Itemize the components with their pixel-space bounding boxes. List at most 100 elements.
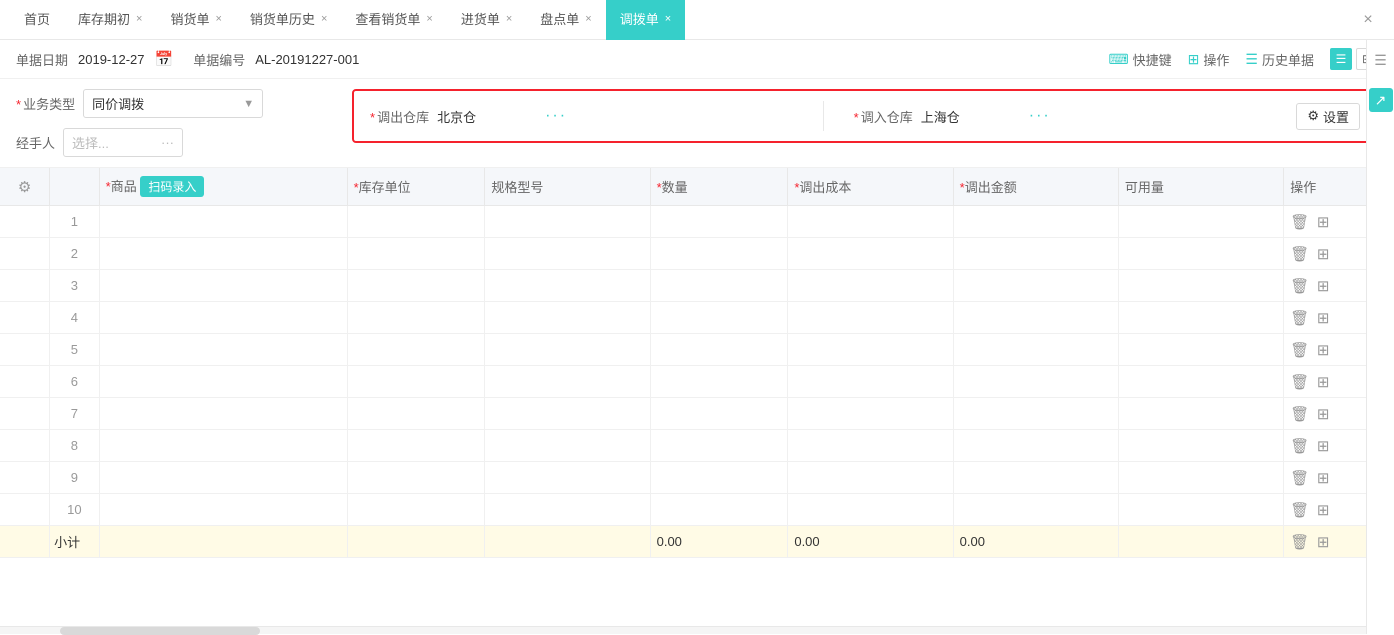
row-amount[interactable] (953, 270, 1118, 302)
copy-icon[interactable]: ⊞ (1317, 309, 1330, 327)
row-cost[interactable] (788, 238, 953, 270)
row-qty[interactable] (650, 302, 788, 334)
delete-icon[interactable]: 🗑 (1290, 213, 1309, 231)
row-product[interactable] (99, 398, 347, 430)
row-product[interactable] (99, 302, 347, 334)
tab-home[interactable]: 首页 (10, 0, 64, 40)
row-spec[interactable] (485, 462, 650, 494)
row-spec[interactable] (485, 366, 650, 398)
row-product[interactable] (99, 334, 347, 366)
row-cost[interactable] (788, 206, 953, 238)
copy-icon[interactable]: ⊞ (1317, 245, 1330, 263)
delete-icon[interactable]: 🗑 (1290, 277, 1309, 295)
row-product[interactable] (99, 462, 347, 494)
side-list-button[interactable]: ☰ (1369, 48, 1393, 72)
table-gear-icon[interactable]: ⚙ (18, 179, 31, 196)
row-product[interactable] (99, 494, 347, 526)
row-unit[interactable] (347, 494, 485, 526)
operation-action[interactable]: ⊞ 操作 (1188, 50, 1230, 69)
copy-icon[interactable]: ⊞ (1317, 501, 1330, 519)
delete-icon[interactable]: 🗑 (1290, 469, 1309, 487)
copy-icon[interactable]: ⊞ (1317, 341, 1330, 359)
history-action[interactable]: ☰ 历史单据 (1245, 50, 1314, 69)
copy-icon[interactable]: ⊞ (1317, 437, 1330, 455)
row-available[interactable] (1118, 462, 1283, 494)
delete-icon[interactable]: 🗑 (1290, 245, 1309, 263)
row-spec[interactable] (485, 334, 650, 366)
tab-sales-history[interactable]: 销货单历史 × (236, 0, 341, 40)
copy-icon[interactable]: ⊞ (1317, 213, 1330, 231)
row-unit[interactable] (347, 462, 485, 494)
row-amount[interactable] (953, 494, 1118, 526)
row-cost[interactable] (788, 366, 953, 398)
out-warehouse-more-icon[interactable]: ··· (545, 107, 567, 125)
row-qty[interactable] (650, 430, 788, 462)
row-unit[interactable] (347, 238, 485, 270)
row-qty[interactable] (650, 206, 788, 238)
scan-button[interactable]: 扫码录入 (140, 176, 204, 197)
tab-sales[interactable]: 销货单 × (156, 0, 235, 40)
row-unit[interactable] (347, 206, 485, 238)
row-spec[interactable] (485, 430, 650, 462)
row-qty[interactable] (650, 398, 788, 430)
calendar-icon[interactable]: 📅 (155, 50, 174, 68)
row-cost[interactable] (788, 270, 953, 302)
row-available[interactable] (1118, 398, 1283, 430)
shortcut-action[interactable]: ⌨ 快捷键 (1108, 50, 1171, 69)
row-spec[interactable] (485, 302, 650, 334)
row-available[interactable] (1118, 366, 1283, 398)
delete-icon[interactable]: 🗑 (1290, 341, 1309, 359)
row-amount[interactable] (953, 206, 1118, 238)
tab-close-sales-history[interactable]: × (321, 13, 327, 25)
row-unit[interactable] (347, 366, 485, 398)
copy-icon[interactable]: ⊞ (1317, 533, 1330, 551)
copy-icon[interactable]: ⊞ (1317, 373, 1330, 391)
row-available[interactable] (1118, 430, 1283, 462)
in-warehouse-more-icon[interactable]: ··· (1029, 107, 1051, 125)
row-qty[interactable] (650, 366, 788, 398)
row-cost[interactable] (788, 302, 953, 334)
row-spec[interactable] (485, 270, 650, 302)
tab-close-view-sales[interactable]: × (426, 13, 432, 25)
row-product[interactable] (99, 270, 347, 302)
row-available[interactable] (1118, 206, 1283, 238)
row-unit[interactable] (347, 334, 485, 366)
row-amount[interactable] (953, 238, 1118, 270)
row-qty[interactable] (650, 334, 788, 366)
copy-icon[interactable]: ⊞ (1317, 469, 1330, 487)
col-header-settings[interactable]: ⚙ (0, 168, 50, 206)
tab-close-inventory[interactable]: × (585, 13, 591, 25)
window-close-button[interactable]: × (1352, 4, 1384, 36)
tab-inventory[interactable]: 盘点单 × (526, 0, 605, 40)
row-qty[interactable] (650, 462, 788, 494)
tab-transfer[interactable]: 调拨单 × (606, 0, 685, 40)
tab-close-purchase[interactable]: × (506, 13, 512, 25)
row-spec[interactable] (485, 494, 650, 526)
row-cost[interactable] (788, 494, 953, 526)
row-amount[interactable] (953, 398, 1118, 430)
row-unit[interactable] (347, 302, 485, 334)
row-product[interactable] (99, 238, 347, 270)
row-qty[interactable] (650, 238, 788, 270)
tab-opening[interactable]: 库存期初 × (64, 0, 156, 40)
scrollbar-area[interactable] (0, 626, 1394, 634)
settings-button[interactable]: ⚙ 设置 (1296, 103, 1360, 130)
row-available[interactable] (1118, 494, 1283, 526)
business-type-select[interactable]: 同价调拨 ▼ (83, 89, 263, 118)
row-available[interactable] (1118, 238, 1283, 270)
side-external-button[interactable]: ↗ (1369, 88, 1393, 112)
tab-close-sales[interactable]: × (215, 13, 221, 25)
delete-icon[interactable]: 🗑 (1290, 437, 1309, 455)
row-unit[interactable] (347, 398, 485, 430)
row-amount[interactable] (953, 366, 1118, 398)
row-product[interactable] (99, 430, 347, 462)
row-cost[interactable] (788, 398, 953, 430)
row-spec[interactable] (485, 398, 650, 430)
row-spec[interactable] (485, 206, 650, 238)
delete-icon[interactable]: 🗑 (1290, 405, 1309, 423)
delete-icon[interactable]: 🗑 (1290, 501, 1309, 519)
person-select[interactable]: 选择... ··· (63, 128, 183, 157)
row-available[interactable] (1118, 334, 1283, 366)
tab-close-opening[interactable]: × (136, 13, 142, 25)
row-amount[interactable] (953, 430, 1118, 462)
